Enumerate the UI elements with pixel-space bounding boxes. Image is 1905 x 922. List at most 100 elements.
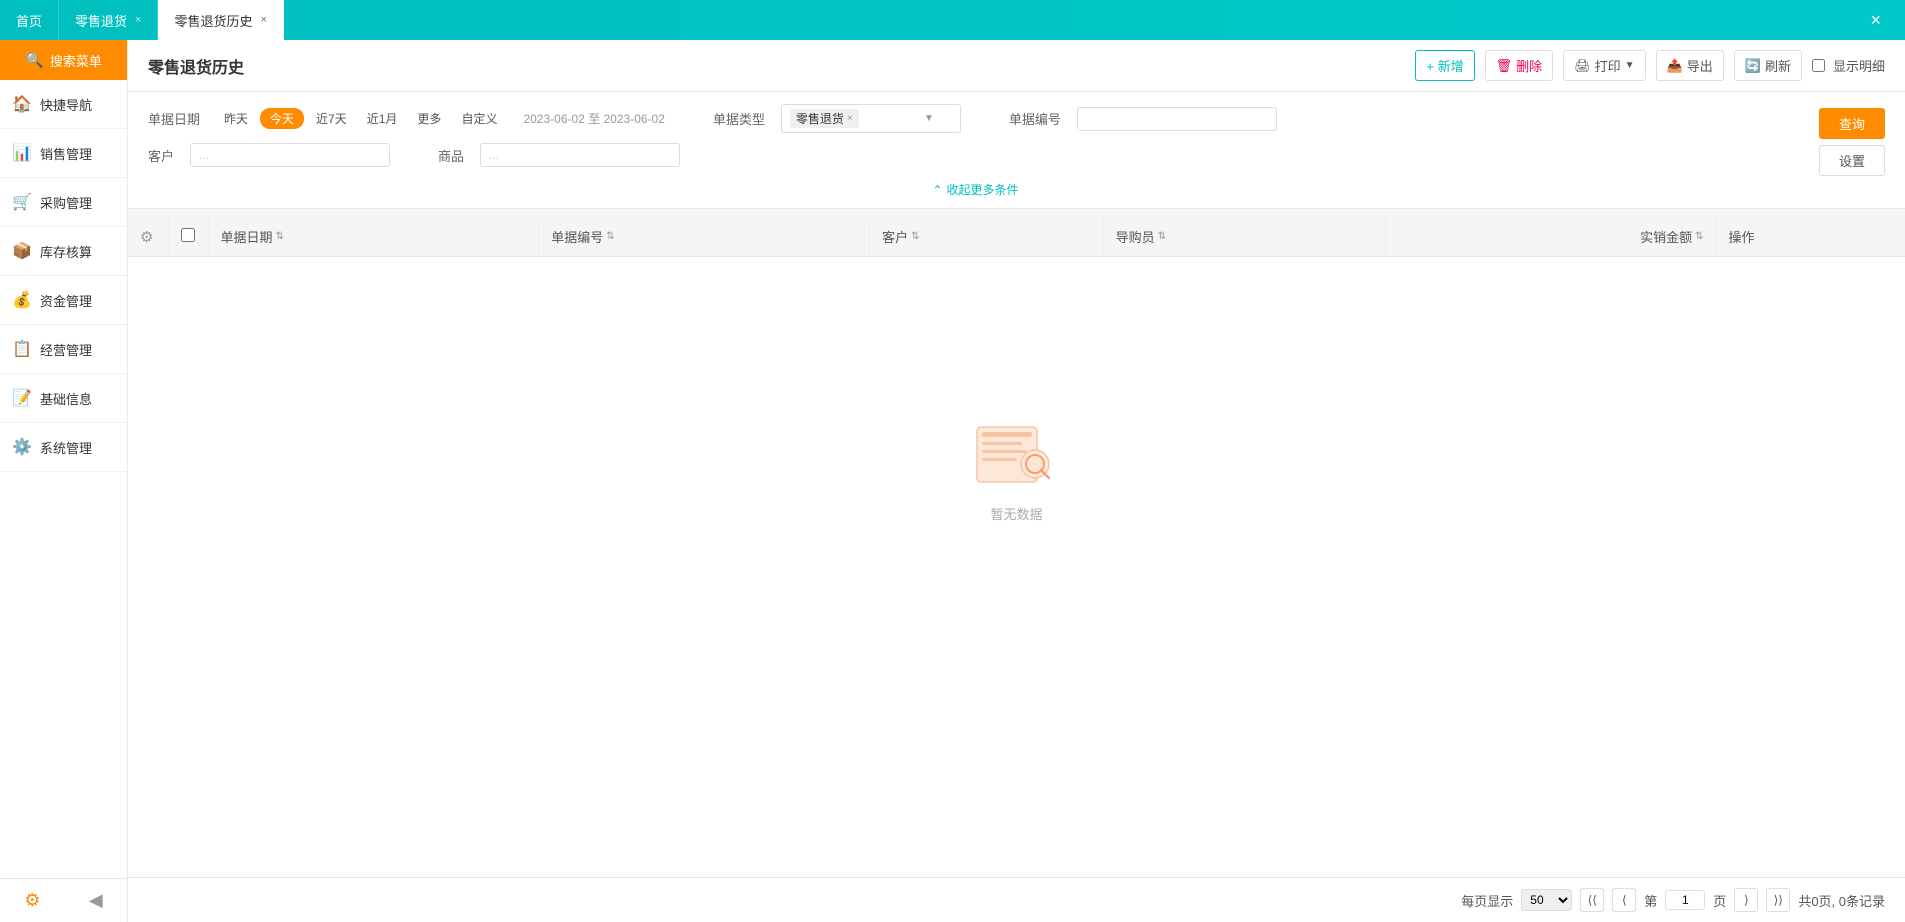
filter-settings-button[interactable]: 设置 <box>1819 145 1885 176</box>
refresh-button[interactable]: 🔄 刷新 <box>1734 50 1802 81</box>
sidebar-item-quick-nav-label: 快捷导航 <box>40 95 92 114</box>
tab-retail-return-close[interactable]: × <box>135 14 141 26</box>
sort-amount[interactable]: 实销金额 ⇅ <box>1640 227 1703 246</box>
show-detail-label: 显示明细 <box>1812 56 1885 75</box>
sidebar-item-basic-info[interactable]: 📝 基础信息 <box>0 374 127 423</box>
new-button[interactable]: + 新增 <box>1415 50 1474 81</box>
date-buttons: 昨天 今天 近7天 近1月 更多 自定义 <box>216 108 505 129</box>
filter-fields: 单据日期 昨天 今天 近7天 近1月 更多 自定义 2023-06-02 至 2… <box>148 104 1803 202</box>
sidebar-search[interactable]: 🔍 搜索菜单 <box>0 40 127 80</box>
sort-guide-icon: ⇅ <box>1158 231 1166 242</box>
collapse-icon: ⌃ <box>932 183 942 197</box>
th-customer[interactable]: 客户 ⇅ <box>870 217 1104 257</box>
select-all-checkbox[interactable] <box>181 228 195 242</box>
th-doc-date[interactable]: 单据日期 ⇅ <box>208 217 539 257</box>
home-icon: 🏠 <box>12 94 32 114</box>
th-customer-label: 客户 <box>882 227 908 246</box>
next-page-button[interactable]: ⟩ <box>1734 888 1758 912</box>
operations-icon: 📋 <box>12 339 32 359</box>
sort-doc-num-icon: ⇅ <box>606 231 614 242</box>
first-page-button[interactable]: ⟨⟨ <box>1580 888 1604 912</box>
date-btn-7days[interactable]: 近7天 <box>308 108 355 129</box>
tab-retail-return-history[interactable]: 零售退货历史 × <box>158 0 283 40</box>
settings-bottom-icon[interactable]: ⚙ <box>24 890 40 911</box>
data-table: ⚙ 单据日期 ⇅ 单据编号 <box>128 217 1905 677</box>
th-guide[interactable]: 导购员 ⇅ <box>1103 217 1385 257</box>
goods-placeholder: ... <box>489 148 499 162</box>
th-guide-label: 导购员 <box>1116 227 1155 246</box>
customer-input[interactable]: ... <box>190 143 390 167</box>
tab-home[interactable]: 首页 <box>0 0 59 40</box>
empty-state: 暂无数据 <box>128 257 1905 677</box>
sales-icon: 📊 <box>12 143 32 163</box>
tab-retail-return-history-close[interactable]: × <box>260 14 266 26</box>
doc-num-label: 单据编号 <box>1009 109 1061 128</box>
window-close-button[interactable]: × <box>1862 10 1889 30</box>
th-amount-label: 实销金额 <box>1640 227 1692 246</box>
finance-icon: 💰 <box>12 290 32 310</box>
sidebar-item-inventory-label: 库存核算 <box>40 242 92 261</box>
collapse-filter-button[interactable]: ⌃ 收起更多条件 <box>932 181 1018 198</box>
table-header: ⚙ 单据日期 ⇅ 单据编号 <box>128 217 1905 257</box>
per-page-select[interactable]: 50 10 20 100 <box>1521 889 1572 911</box>
prev-page-button[interactable]: ⟨ <box>1612 888 1636 912</box>
date-btn-today[interactable]: 今天 <box>260 108 304 129</box>
delete-button[interactable]: 🗑 删除 <box>1485 50 1554 81</box>
new-button-label: + 新增 <box>1426 56 1463 75</box>
doc-num-input[interactable] <box>1077 107 1277 131</box>
sidebar-item-sales-label: 销售管理 <box>40 144 92 163</box>
page-number-input[interactable] <box>1665 890 1705 910</box>
page-unit-label: 页 <box>1713 891 1726 910</box>
sort-customer[interactable]: 客户 ⇅ <box>882 227 919 246</box>
sidebar-item-sales-mgmt[interactable]: 📊 销售管理 <box>0 129 127 178</box>
sidebar-item-system-mgmt[interactable]: ⚙️ 系统管理 <box>0 423 127 472</box>
table-settings-icon[interactable]: ⚙ <box>140 229 153 246</box>
sidebar-item-purchase-label: 采购管理 <box>40 193 92 212</box>
th-doc-num[interactable]: 单据编号 ⇅ <box>539 217 870 257</box>
filter-row-2: 客户 ... 商品 ... <box>148 143 1803 167</box>
date-btn-custom[interactable]: 自定义 <box>453 108 505 129</box>
sort-doc-date-icon: ⇅ <box>276 231 284 242</box>
tab-retail-return[interactable]: 零售退货 × <box>59 0 158 40</box>
sidebar-item-inventory[interactable]: 📦 库存核算 <box>0 227 127 276</box>
sidebar: 🔍 搜索菜单 🏠 快捷导航 📊 销售管理 🛒 采购管理 📦 库存核算 💰 <box>0 40 128 922</box>
doc-type-dropdown-icon: ▼ <box>924 113 934 124</box>
sort-guide[interactable]: 导购员 ⇅ <box>1116 227 1166 246</box>
doc-type-tag-close[interactable]: × <box>847 113 853 124</box>
doc-type-select[interactable]: 零售退货 × ▼ <box>781 104 961 133</box>
sidebar-item-operations-label: 经营管理 <box>40 340 92 359</box>
refresh-button-label: 刷新 <box>1765 56 1791 75</box>
tab-retail-return-label: 零售退货 <box>75 11 127 30</box>
goods-label: 商品 <box>438 146 464 165</box>
date-btn-yesterday[interactable]: 昨天 <box>216 108 256 129</box>
sidebar-bottom: ⚙ ◀ <box>0 878 127 922</box>
date-btn-more[interactable]: 更多 <box>409 108 449 129</box>
export-button[interactable]: 📤 导出 <box>1656 50 1724 81</box>
print-button[interactable]: 🖨 打印 ▼ <box>1563 50 1645 81</box>
goods-input[interactable]: ... <box>480 143 680 167</box>
query-button[interactable]: 查询 <box>1819 108 1885 139</box>
sidebar-item-quick-nav[interactable]: 🏠 快捷导航 <box>0 80 127 129</box>
filter-section: 单据日期 昨天 今天 近7天 近1月 更多 自定义 2023-06-02 至 2… <box>148 104 1885 202</box>
sidebar-item-finance[interactable]: 💰 资金管理 <box>0 276 127 325</box>
purchase-icon: 🛒 <box>12 192 32 212</box>
last-page-button[interactable]: ⟩⟩ <box>1766 888 1790 912</box>
table-area: ⚙ 单据日期 ⇅ 单据编号 <box>128 217 1905 877</box>
toolbar: + 新增 🗑 删除 🖨 打印 ▼ 📤 导出 🔄 刷新 <box>1415 50 1885 81</box>
th-amount[interactable]: 实销金额 ⇅ <box>1385 217 1716 257</box>
delete-icon: 🗑 <box>1496 58 1513 74</box>
th-actions: 操作 <box>1716 217 1905 257</box>
customer-placeholder: ... <box>199 148 209 162</box>
sidebar-item-finance-label: 资金管理 <box>40 291 92 310</box>
sort-doc-num[interactable]: 单据编号 ⇅ <box>551 227 614 246</box>
sidebar-item-purchase-mgmt[interactable]: 🛒 采购管理 <box>0 178 127 227</box>
sidebar-item-operations[interactable]: 📋 经营管理 <box>0 325 127 374</box>
sort-doc-date[interactable]: 单据日期 ⇅ <box>221 227 284 246</box>
collapse-sidebar-icon[interactable]: ◀ <box>89 890 103 911</box>
content-header: 零售退货历史 + 新增 🗑 删除 🖨 打印 ▼ 📤 导出 <box>128 40 1905 92</box>
date-btn-1month[interactable]: 近1月 <box>359 108 406 129</box>
show-detail-checkbox[interactable] <box>1812 59 1825 72</box>
per-page-label: 每页显示 <box>1461 891 1513 910</box>
main-layout: 🔍 搜索菜单 🏠 快捷导航 📊 销售管理 🛒 采购管理 📦 库存核算 💰 <box>0 40 1905 922</box>
th-checkbox <box>168 217 208 257</box>
